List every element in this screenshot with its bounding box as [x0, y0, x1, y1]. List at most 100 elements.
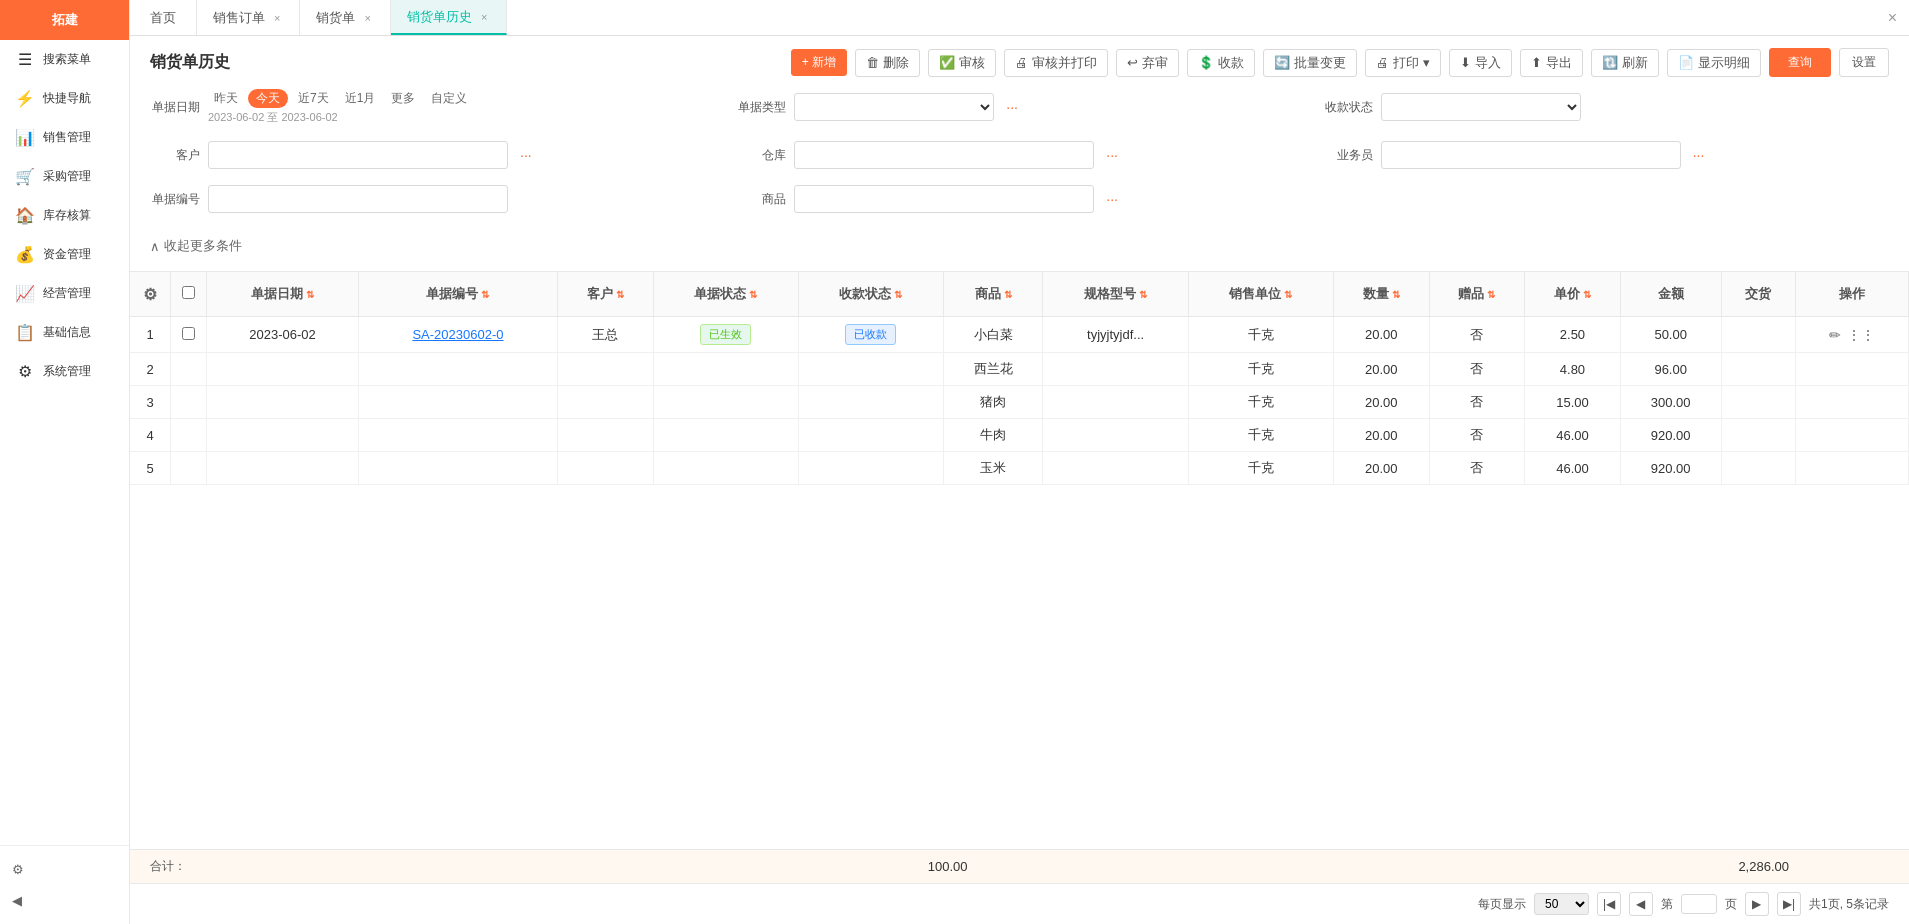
th-price[interactable]: 单价 ⇅ [1525, 272, 1621, 317]
customer-input[interactable] [208, 141, 508, 169]
th-doc-date[interactable]: 单据日期 ⇅ [207, 272, 359, 317]
cell-check[interactable] [171, 386, 207, 419]
doc-type-ellipsis[interactable]: ··· [1002, 97, 1022, 117]
sidebar-item-quick-nav[interactable]: ⚡ 快捷导航 [0, 79, 129, 118]
first-page-btn[interactable]: |◀ [1597, 892, 1621, 916]
prev-page-btn[interactable]: ◀ [1629, 892, 1653, 916]
date-pill-yesterday[interactable]: 昨天 [208, 89, 244, 108]
sidebar-item-purchase-mgmt[interactable]: 🛒 采购管理 [0, 157, 129, 196]
tab-sales-goods[interactable]: 销货单 × [300, 0, 390, 35]
close-all-tabs-btn[interactable]: × [1876, 9, 1909, 27]
th-gift[interactable]: 赠品 ⇅ [1429, 272, 1525, 317]
show-detail-btn[interactable]: 📄 显示明细 [1667, 49, 1761, 77]
page-input[interactable]: 1 [1681, 894, 1717, 914]
sort-price-icon: ⇅ [1583, 289, 1591, 300]
collapse-filter-btn[interactable]: ∧ 收起更多条件 [150, 233, 242, 259]
cell-amount: 50.00 [1620, 317, 1721, 353]
pay-status-select[interactable] [1381, 93, 1581, 121]
date-pill-today[interactable]: 今天 [248, 89, 288, 108]
cell-goods: 猪肉 [944, 386, 1043, 419]
date-pill-more[interactable]: 更多 [385, 89, 421, 108]
salesperson-ellipsis[interactable]: ··· [1689, 145, 1709, 165]
more-action-icon[interactable]: ⋮⋮ [1847, 327, 1875, 343]
th-doc-no[interactable]: 单据编号 ⇅ [358, 272, 557, 317]
doc-no-link[interactable]: SA-20230602-0 [412, 327, 503, 342]
export-btn[interactable]: ⬆ 导出 [1520, 49, 1583, 77]
select-all-checkbox[interactable] [182, 286, 195, 299]
tab-close-sales-goods[interactable]: × [361, 11, 373, 25]
sidebar-item-basic-info[interactable]: 📋 基础信息 [0, 313, 129, 352]
edit-action-icon[interactable]: ✏ [1829, 327, 1841, 343]
per-page-select[interactable]: 50 100 [1534, 893, 1589, 915]
batch-change-btn[interactable]: 🔄 批量变更 [1263, 49, 1357, 77]
customer-ellipsis[interactable]: ··· [516, 145, 536, 165]
sidebar-item-sys-mgmt[interactable]: ⚙ 系统管理 [0, 352, 129, 391]
cell-goods: 玉米 [944, 452, 1043, 485]
warehouse-ellipsis[interactable]: ··· [1102, 145, 1122, 165]
table-body: 12023-06-02SA-20230602-0王总已生效已收款小白菜tyjyj… [130, 317, 1909, 485]
goods-input[interactable] [794, 185, 1094, 213]
row-checkbox[interactable] [182, 327, 195, 340]
sidebar-item-sales-mgmt[interactable]: 📊 销售管理 [0, 118, 129, 157]
cell-doc-status [653, 452, 798, 485]
table-footer: 合计： 100.00 2,286.00 [130, 849, 1909, 883]
warehouse-input[interactable] [794, 141, 1094, 169]
docno-input[interactable] [208, 185, 508, 213]
inventory-icon: 🏠 [15, 206, 35, 225]
sidebar-item-ops-mgmt[interactable]: 📈 经营管理 [0, 274, 129, 313]
sidebar-item-inventory[interactable]: 🏠 库存核算 [0, 196, 129, 235]
delete-btn[interactable]: 🗑 删除 [855, 49, 920, 77]
date-pill-custom[interactable]: 自定义 [425, 89, 473, 108]
sidebar: 拓建 ☰ 搜索菜单 ⚡ 快捷导航 📊 销售管理 🛒 采购管理 🏠 库存核算 💰 … [0, 0, 130, 924]
sidebar-item-finance-mgmt[interactable]: 💰 资金管理 [0, 235, 129, 274]
cell-check[interactable] [171, 353, 207, 386]
next-page-btn[interactable]: ▶ [1745, 892, 1769, 916]
audit-btn[interactable]: ✅ 审核 [928, 49, 996, 77]
th-qty[interactable]: 数量 ⇅ [1334, 272, 1430, 317]
sort-doc-no-icon: ⇅ [481, 289, 489, 300]
collect-btn[interactable]: 💲 收款 [1187, 49, 1255, 77]
th-unit[interactable]: 销售单位 ⇅ [1188, 272, 1333, 317]
tab-home[interactable]: 首页 [130, 0, 197, 35]
new-btn[interactable]: + 新增 [791, 49, 847, 76]
goods-ellipsis[interactable]: ··· [1102, 189, 1122, 209]
th-spec[interactable]: 规格型号 ⇅ [1043, 272, 1188, 317]
th-checkbox[interactable] [171, 272, 207, 317]
sidebar-settings-btn[interactable]: ⚙ [0, 854, 129, 885]
tab-close-sales-order[interactable]: × [271, 11, 283, 25]
tab-sales-history[interactable]: 销货单历史 × [391, 0, 507, 35]
th-settings[interactable]: ⚙ [130, 272, 171, 317]
setting-btn[interactable]: 设置 [1839, 48, 1889, 77]
last-page-btn[interactable]: ▶| [1777, 892, 1801, 916]
th-customer[interactable]: 客户 ⇅ [557, 272, 653, 317]
quick-nav-icon: ⚡ [15, 89, 35, 108]
goods-filter-label: 商品 [736, 191, 786, 208]
import-btn[interactable]: ⬇ 导入 [1449, 49, 1512, 77]
th-goods[interactable]: 商品 ⇅ [944, 272, 1043, 317]
sidebar-item-search-menu[interactable]: ☰ 搜索菜单 [0, 40, 129, 79]
th-pay-status[interactable]: 收款状态 ⇅ [798, 272, 943, 317]
table-container: ⚙ 单据日期 ⇅ 单据编号 [130, 272, 1909, 849]
th-doc-status[interactable]: 单据状态 ⇅ [653, 272, 798, 317]
salesperson-input[interactable] [1381, 141, 1681, 169]
audit-print-btn[interactable]: 🖨 审核并打印 [1004, 49, 1108, 77]
audit-print-icon: 🖨 [1015, 55, 1028, 70]
abandon-btn[interactable]: ↩ 弃审 [1116, 49, 1179, 77]
cell-doc-no[interactable]: SA-20230602-0 [358, 317, 557, 353]
tab-sales-order[interactable]: 销售订单 × [197, 0, 300, 35]
date-pill-7days[interactable]: 近7天 [292, 89, 335, 108]
tab-close-sales-history[interactable]: × [478, 10, 490, 24]
print-btn[interactable]: 🖨 打印 ▾ [1365, 49, 1441, 77]
doc-type-select[interactable] [794, 93, 994, 121]
cell-check[interactable] [171, 452, 207, 485]
basic-info-icon: 📋 [15, 323, 35, 342]
table-settings-gear-icon[interactable]: ⚙ [136, 280, 164, 308]
cell-check[interactable] [171, 419, 207, 452]
sidebar-collapse-btn[interactable]: ◀ [0, 885, 129, 916]
date-pill-1month[interactable]: 近1月 [339, 89, 382, 108]
filter-group-salesperson: 业务员 ··· [1323, 141, 1889, 169]
cell-check[interactable] [171, 317, 207, 353]
query-btn[interactable]: 查询 [1769, 48, 1831, 77]
sales-mgmt-icon: 📊 [15, 128, 35, 147]
refresh-btn[interactable]: 🔃 刷新 [1591, 49, 1659, 77]
